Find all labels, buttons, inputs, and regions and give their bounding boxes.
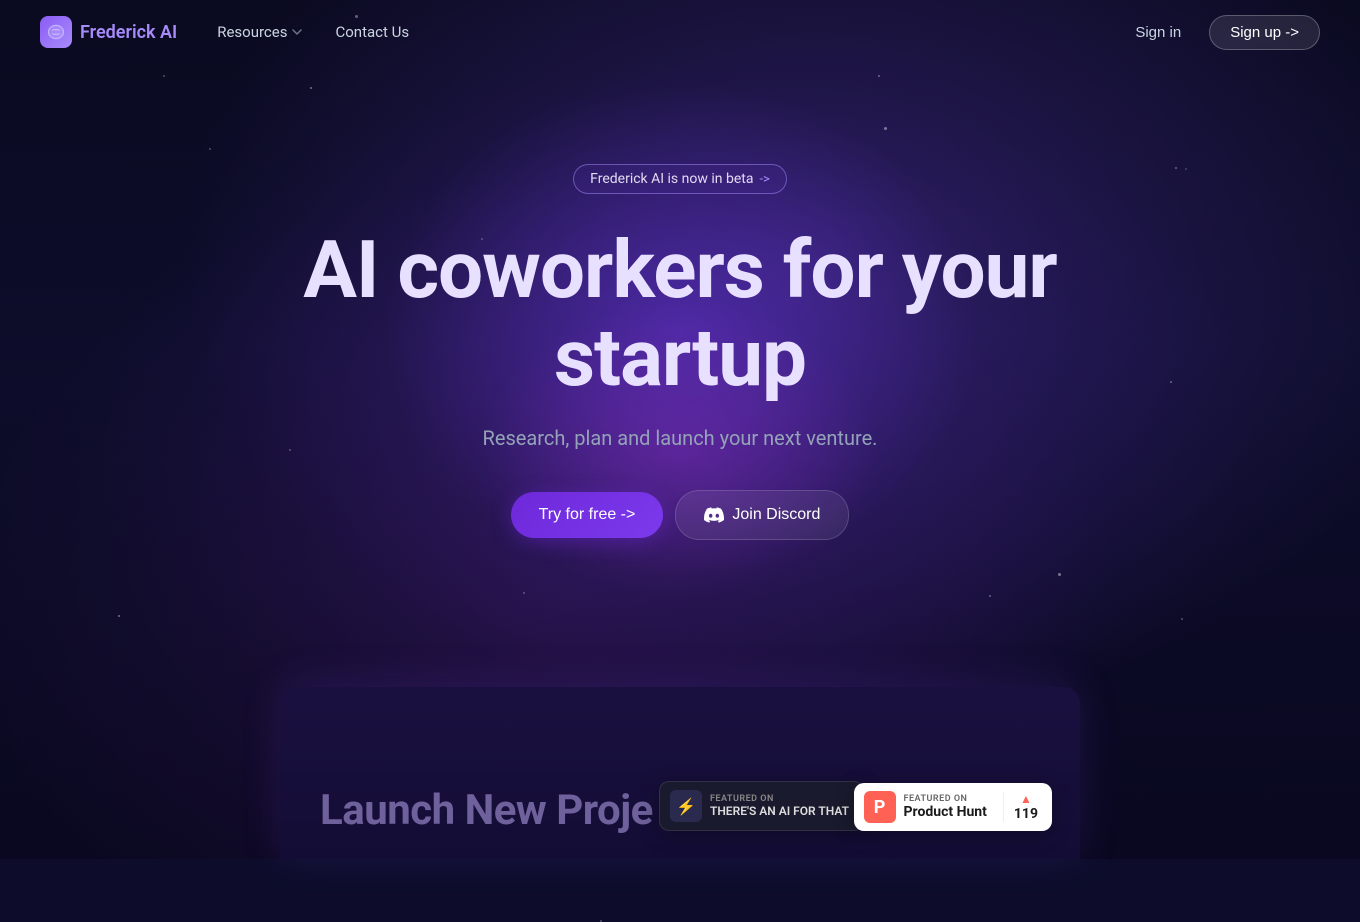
star-dot <box>118 615 120 617</box>
logo-wordmark: Frederick AI <box>80 22 177 43</box>
ai-featured-label: FEATURED ON <box>710 794 849 804</box>
hero-cta-buttons: Try for free -> Join Discord <box>511 490 850 540</box>
product-hunt-badge[interactable]: P FEATURED ON Product Hunt ▲ 119 <box>854 783 1053 831</box>
product-hunt-icon: P <box>864 791 896 823</box>
ph-name: Product Hunt <box>904 804 987 820</box>
ai-for-that-badge[interactable]: ⚡ FEATURED ON THERE'S AN AI FOR THAT <box>659 781 864 831</box>
ph-upvote-arrow: ▲ <box>1020 792 1032 806</box>
star-dot <box>989 595 991 597</box>
brain-icon <box>46 22 66 42</box>
nav-contact-label: Contact Us <box>335 23 409 41</box>
nav-contact[interactable]: Contact Us <box>335 23 409 41</box>
chevron-down-icon <box>291 26 303 38</box>
logo-name: Frederick <box>80 22 156 43</box>
hero-section: Frederick AI is now in beta -> AI cowork… <box>0 64 1360 540</box>
hero-title-line2: startup <box>554 311 806 405</box>
hero-subtitle: Research, plan and launch your next vent… <box>483 426 878 450</box>
product-hunt-text: FEATURED ON Product Hunt <box>904 794 987 820</box>
ai-icon-symbol: ⚡ <box>676 797 696 816</box>
star-dot <box>523 592 525 594</box>
ph-upvote-count: 119 <box>1014 806 1038 822</box>
try-free-button[interactable]: Try for free -> <box>511 492 664 538</box>
product-hunt-count: ▲ 119 <box>1003 792 1038 822</box>
bottom-section: Launch New Proje ⚡ FEATURED ON THERE'S A… <box>0 687 1360 859</box>
nav-right: Sign in Sign up -> <box>1123 15 1320 50</box>
hero-title: AI coworkers for your startup <box>303 226 1056 402</box>
beta-badge[interactable]: Frederick AI is now in beta -> <box>573 164 787 194</box>
logo-accent: AI <box>160 22 177 43</box>
beta-badge-arrow: -> <box>759 172 769 187</box>
signup-button[interactable]: Sign up -> <box>1209 15 1320 50</box>
discord-icon <box>704 505 724 525</box>
ai-badge-name: THERE'S AN AI FOR THAT <box>710 804 849 818</box>
star-dot <box>1058 573 1061 576</box>
preview-card-text: Launch New Proje <box>320 786 653 835</box>
ai-badge-text: FEATURED ON THERE'S AN AI FOR THAT <box>710 794 849 818</box>
nav-resources[interactable]: Resources <box>217 23 303 41</box>
hero-title-line1: AI coworkers for your <box>303 223 1056 317</box>
star-dot <box>1181 618 1183 620</box>
join-discord-button[interactable]: Join Discord <box>675 490 849 540</box>
ph-featured-label: FEATURED ON <box>904 794 987 804</box>
ai-for-that-icon: ⚡ <box>670 790 702 822</box>
preview-card: Launch New Proje ⚡ FEATURED ON THERE'S A… <box>280 687 1080 859</box>
nav-links: Resources Contact Us <box>217 23 409 41</box>
navbar: Frederick AI Resources Contact Us Sign i… <box>0 0 1360 64</box>
logo[interactable]: Frederick AI <box>40 16 177 48</box>
signin-button[interactable]: Sign in <box>1123 16 1193 49</box>
nav-left: Frederick AI Resources Contact Us <box>40 16 409 48</box>
discord-button-label: Join Discord <box>732 506 820 524</box>
beta-badge-text: Frederick AI is now in beta <box>590 171 753 187</box>
logo-icon <box>40 16 72 48</box>
nav-resources-label: Resources <box>217 23 287 41</box>
